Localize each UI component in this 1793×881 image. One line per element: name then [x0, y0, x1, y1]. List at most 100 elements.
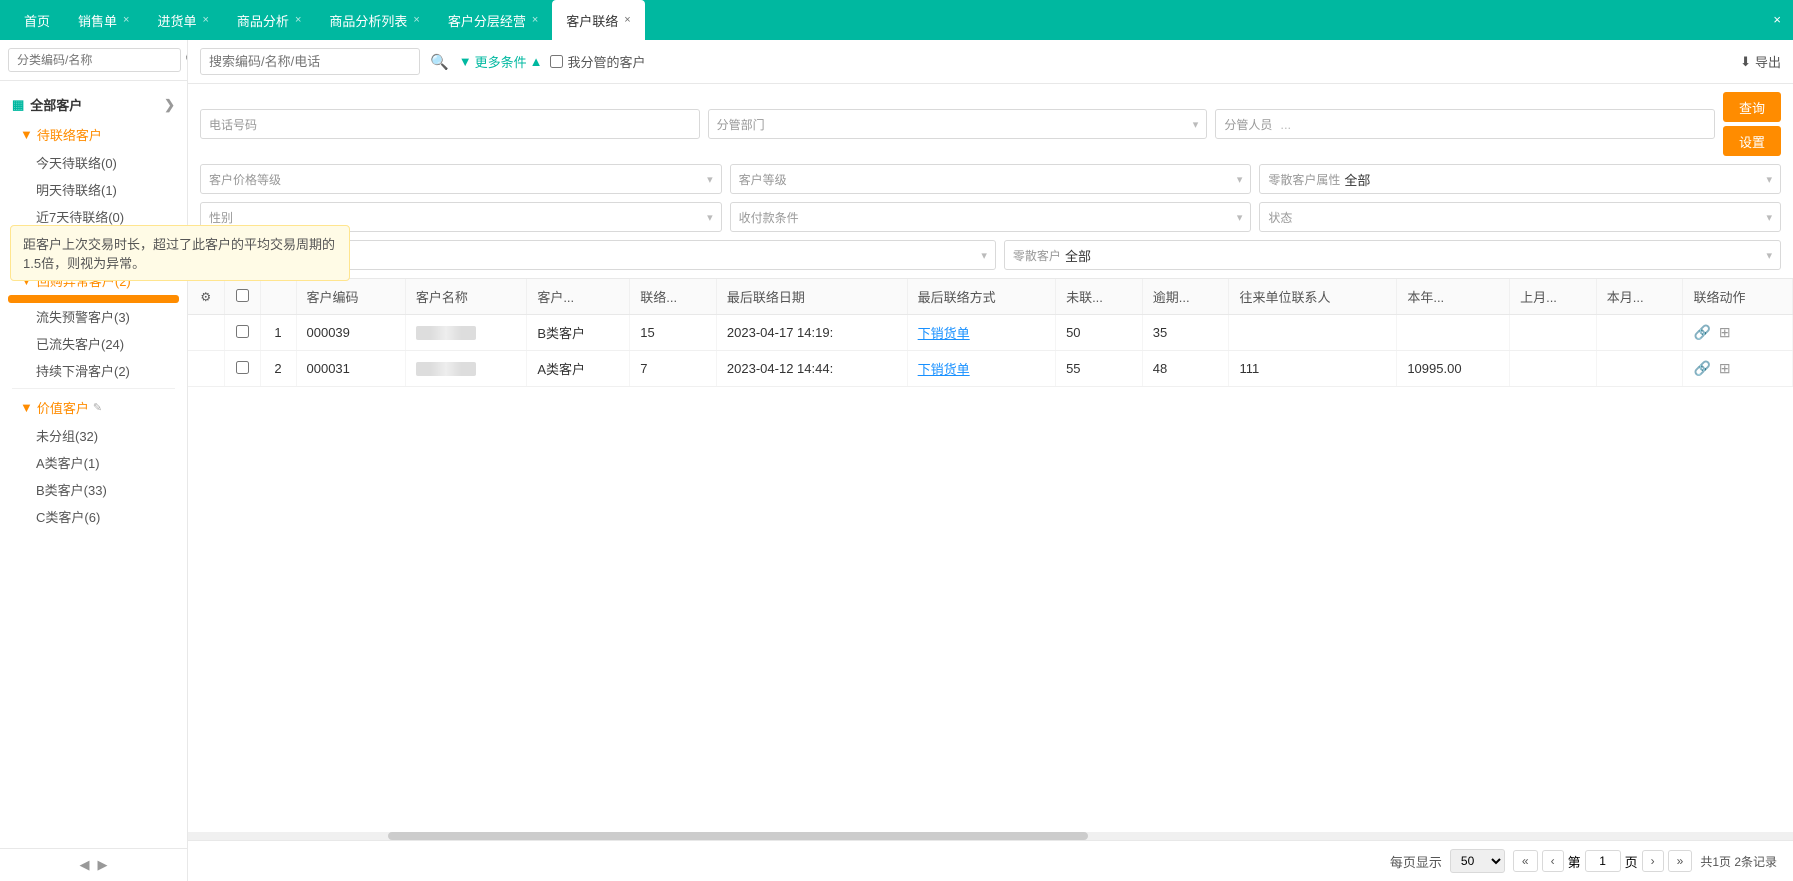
close-icon[interactable]: ×	[413, 14, 419, 26]
table-row: 2 000031 A类客户 7	[188, 351, 1793, 387]
col-contact-action: 联络动作	[1683, 279, 1793, 315]
col-last-month[interactable]: 上月...	[1510, 279, 1597, 315]
col-this-month[interactable]: 本月...	[1596, 279, 1683, 315]
col-overdue[interactable]: 逾期...	[1142, 279, 1229, 315]
my-customer-checkbox[interactable]: 我分管的客户	[550, 52, 645, 71]
col-last-contact-method[interactable]: 最后联络方式	[907, 279, 1055, 315]
sidebar-item-c-class[interactable]: C类客户(6)	[8, 503, 187, 530]
col-company-contact[interactable]: 往来单位联系人	[1229, 279, 1397, 315]
sidebar-scroll-right[interactable]: ▶	[98, 857, 108, 873]
page-number-input[interactable]	[1585, 850, 1621, 872]
nav-sales[interactable]: 销售单 ×	[64, 0, 143, 40]
col-code[interactable]: 客户编码	[296, 279, 405, 315]
scroll-thumb[interactable]	[388, 832, 1088, 840]
more-conditions-button[interactable]: ▼ 更多条件 ▲	[459, 52, 543, 71]
sidebar-item-a-class[interactable]: A类客户(1)	[8, 449, 187, 476]
row-company-contact	[1229, 315, 1397, 351]
nav-product-analysis[interactable]: 商品分析 ×	[223, 0, 315, 40]
row-code[interactable]: 000039	[296, 315, 405, 351]
contact-icon[interactable]: ⊞	[1719, 360, 1731, 377]
link-icon[interactable]: 🔗	[1693, 324, 1710, 341]
nav-purchase[interactable]: 进货单 ×	[143, 0, 222, 40]
row-checkbox	[224, 315, 260, 351]
filter-branch-dept[interactable]: 分管部门 ▾	[708, 109, 1208, 139]
close-icon[interactable]: ×	[202, 14, 208, 26]
chevron-down-icon: ▾	[1237, 211, 1243, 224]
close-icon[interactable]: ×	[624, 14, 630, 26]
nav-home[interactable]: 首页	[10, 0, 64, 40]
close-icon[interactable]: ×	[532, 14, 538, 26]
filter-retail-customer[interactable]: 零散客户 全部 ▾	[1004, 240, 1781, 270]
main-layout: 🔍 ▦ 全部客户 ❯ ▼ 待联络客户 今天待联络(0) 明天待联络(1)	[0, 40, 1793, 881]
content-area: 🔍 ▼ 更多条件 ▲ 我分管的客户 ⬇ 导出 电话号码 分管	[188, 40, 1793, 881]
col-this-year[interactable]: 本年...	[1397, 279, 1510, 315]
row-settings	[188, 315, 224, 351]
close-icon[interactable]: ×	[123, 14, 129, 26]
sidebar-item-declining[interactable]: 持续下滑客户(2)	[8, 357, 187, 384]
col-contact[interactable]: 联络...	[630, 279, 717, 315]
category-search-input[interactable]	[8, 48, 181, 72]
page-prev-button[interactable]: ‹	[1542, 850, 1564, 872]
col-type[interactable]: 客户...	[527, 279, 630, 315]
page-last-button[interactable]: »	[1668, 850, 1693, 872]
close-icon[interactable]: ×	[295, 14, 301, 26]
row-select-checkbox[interactable]	[236, 325, 249, 338]
row-this-year: 10995.00	[1397, 351, 1510, 387]
sidebar-item-today-pending[interactable]: 今天待联络(0)	[8, 149, 187, 176]
row-last-contact-method: 下销货单	[907, 351, 1055, 387]
per-page-label: 每页显示	[1390, 852, 1442, 871]
contact-icon[interactable]: ⊞	[1719, 324, 1731, 341]
sidebar-item-b-class[interactable]: B类客户(33)	[8, 476, 187, 503]
tree-section-title-pending[interactable]: ▼ 待联络客户	[8, 120, 187, 149]
col-settings[interactable]: ⚙	[188, 279, 224, 315]
per-page-select[interactable]: 50 20 100	[1450, 849, 1505, 873]
export-icon: ⬇	[1740, 54, 1751, 70]
filter-status[interactable]: 状态 ▾	[1259, 202, 1781, 232]
filter-phone[interactable]: 电话号码	[200, 109, 700, 139]
nav-product-analysis-list[interactable]: 商品分析列表 ×	[315, 0, 433, 40]
export-button[interactable]: ⬇ 导出	[1740, 52, 1781, 71]
col-unreached[interactable]: 未联...	[1056, 279, 1143, 315]
tree-section-title-value[interactable]: ▼ 价值客户 ✎	[8, 393, 187, 422]
row-settings	[188, 351, 224, 387]
filter-retail-attr[interactable]: 零散客户属性 全部 ▾	[1259, 164, 1781, 194]
search-input[interactable]	[200, 48, 420, 75]
edit-icon[interactable]: ✎	[93, 401, 102, 414]
close-all-button[interactable]: ×	[1773, 11, 1781, 29]
row-index: 2	[260, 351, 296, 387]
horizontal-scrollbar[interactable]	[188, 832, 1793, 840]
settings-button[interactable]: 设置	[1723, 126, 1781, 156]
sidebar-item-loss-warning[interactable]: 流失预警客户(3)	[8, 303, 187, 330]
sidebar-scroll-left[interactable]: ◀	[80, 857, 90, 873]
sidebar-bottom: ◀ ▶	[0, 848, 187, 881]
row-select-checkbox[interactable]	[236, 361, 249, 374]
sidebar-item-ungrouped[interactable]: 未分组(32)	[8, 422, 187, 449]
sidebar-item-abnormal-active[interactable]	[8, 295, 179, 303]
sidebar-item-lost[interactable]: 已流失客户(24)	[8, 330, 187, 357]
filter-row-1: 电话号码 分管部门 ▾ 分管人员 ... 查询 设置	[200, 92, 1781, 156]
chevron-down-icon: ▾	[707, 211, 713, 224]
col-name[interactable]: 客户名称	[405, 279, 526, 315]
query-button[interactable]: 查询	[1723, 92, 1781, 122]
sidebar-item-tomorrow-pending[interactable]: 明天待联络(1)	[8, 176, 187, 203]
row-code[interactable]: 000031	[296, 351, 405, 387]
col-last-contact-date[interactable]: 最后联络日期	[716, 279, 907, 315]
chevron-down-icon: ▾	[1766, 211, 1772, 224]
page-next-button[interactable]: ›	[1642, 850, 1664, 872]
filter-payment[interactable]: 收付款条件 ▾	[730, 202, 1252, 232]
filter-customer-level[interactable]: 客户等级 ▾	[730, 164, 1252, 194]
filter-branch-person[interactable]: 分管人员 ...	[1215, 109, 1715, 139]
select-all-checkbox[interactable]	[236, 289, 249, 302]
search-button[interactable]: 🔍	[428, 51, 451, 73]
sidebar-search-area: 🔍	[0, 40, 187, 81]
link-icon[interactable]: 🔗	[1693, 360, 1710, 377]
tree-root-all-customers[interactable]: ▦ 全部客户 ❯	[0, 89, 187, 120]
filter-bar: 🔍 ▼ 更多条件 ▲ 我分管的客户 ⬇ 导出	[188, 40, 1793, 84]
nav-customer-tier[interactable]: 客户分层经营 ×	[434, 0, 552, 40]
advanced-filter: 电话号码 分管部门 ▾ 分管人员 ... 查询 设置 客户价格等级	[188, 84, 1793, 279]
chevron-down-icon: ▾	[1193, 118, 1199, 131]
my-customer-input[interactable]	[550, 55, 563, 68]
filter-price-level[interactable]: 客户价格等级 ▾	[200, 164, 722, 194]
nav-customer-contact[interactable]: 客户联络 ×	[552, 0, 644, 40]
page-first-button[interactable]: «	[1513, 850, 1538, 872]
